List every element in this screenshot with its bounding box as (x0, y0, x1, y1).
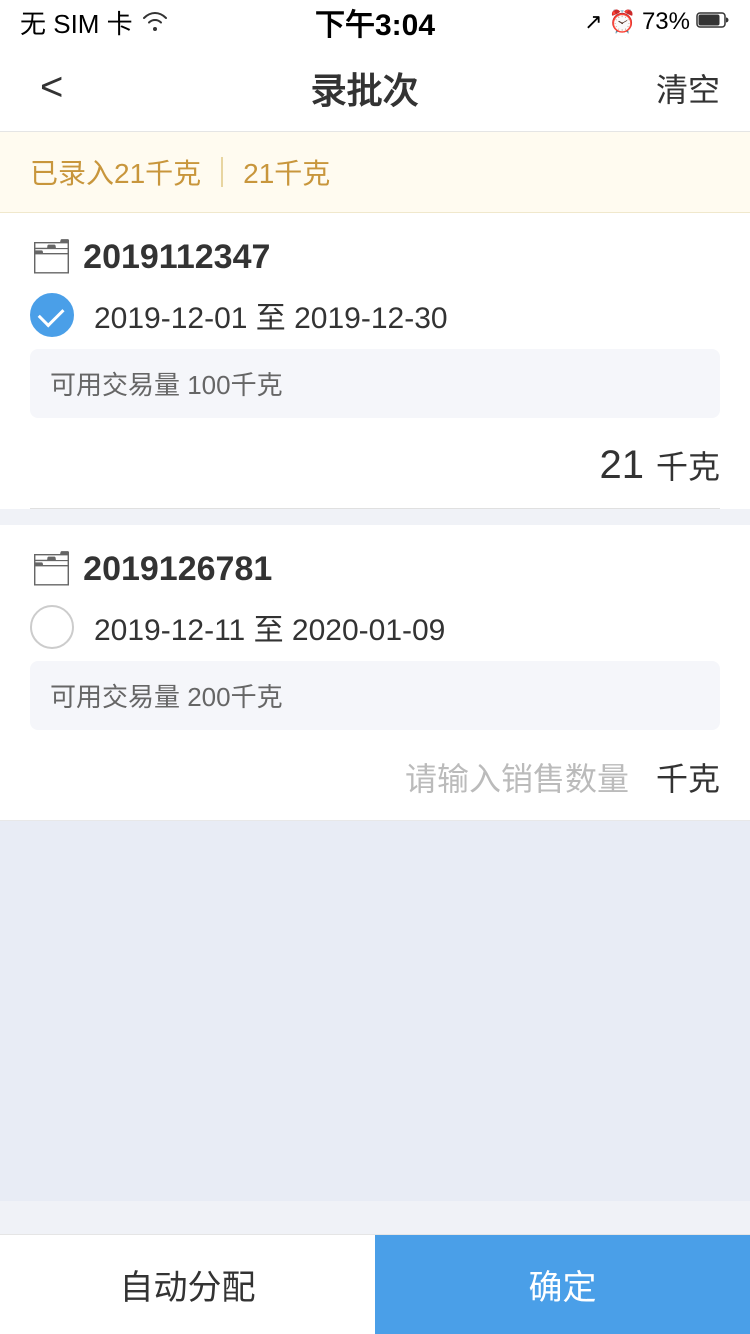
batch-item-1: 🗂 2019112347 2019-12-01 至 2019-12-30 可用交… (0, 213, 750, 509)
batch-item-2: 🗂 2019126781 2019-12-11 至 2020-01-09 可用交… (0, 525, 750, 821)
page-title: 录批次 (311, 62, 419, 114)
battery-text: 73% (642, 8, 690, 36)
batch-amount-value-1: 21 (599, 443, 644, 488)
alarm-icon: ⏰ (609, 9, 636, 35)
recorded-label: 已录入21千克 (30, 152, 201, 192)
batch-id-1: 2019112347 (83, 238, 270, 277)
batch-available-2: 可用交易量 200千克 (30, 661, 720, 730)
back-button[interactable]: < (30, 55, 73, 120)
wifi-icon (141, 7, 169, 38)
location-icon: ↗ (584, 9, 602, 35)
doc-icon-1: 🗂 (30, 237, 73, 277)
batch-id-2: 2019126781 (83, 550, 272, 589)
batch-available-1: 可用交易量 100千克 (30, 349, 720, 418)
batch-date-2: 2019-12-11 至 2020-01-09 (94, 605, 445, 649)
batch-amount-unit-1: 千克 (656, 442, 720, 488)
batch-date-row-2[interactable]: 2019-12-11 至 2020-01-09 (0, 601, 750, 661)
batch-input-row-2: 千克 (0, 746, 750, 821)
info-divider (221, 157, 223, 187)
batch-separator (0, 509, 750, 525)
batch-amount-row-1: 21 千克 (0, 434, 750, 508)
batch-date-row-1[interactable]: 2019-12-01 至 2019-12-30 (0, 289, 750, 349)
batch-radio-1[interactable] (30, 293, 74, 337)
recorded-amount: 21千克 (243, 152, 330, 192)
status-bar: 无 SIM 卡 下午3:04 ↗ ⏰ 73% (0, 0, 750, 44)
batch-date-1: 2019-12-01 至 2019-12-30 (94, 293, 448, 337)
auto-distribute-button[interactable]: 自动分配 (0, 1235, 375, 1334)
batch-radio-2[interactable] (30, 605, 74, 649)
nav-bar: < 录批次 清空 (0, 44, 750, 132)
status-left: 无 SIM 卡 (20, 4, 169, 41)
info-banner: 已录入21千克 21千克 (0, 132, 750, 213)
confirm-button[interactable]: 确定 (375, 1235, 750, 1334)
bottom-bar: 自动分配 确定 (0, 1234, 750, 1334)
batch-header-1: 🗂 2019112347 (0, 213, 750, 289)
status-right: ↗ ⏰ 73% (584, 8, 730, 36)
clear-button[interactable]: 清空 (656, 65, 720, 111)
battery-icon (696, 8, 730, 36)
status-time: 下午3:04 (315, 0, 435, 44)
carrier-text: 无 SIM 卡 (20, 4, 133, 41)
doc-icon-2: 🗂 (30, 549, 73, 589)
batch-input-unit-2: 千克 (656, 754, 720, 800)
batch-quantity-input-2[interactable] (344, 761, 644, 798)
batch-header-2: 🗂 2019126781 (0, 525, 750, 601)
bottom-filler (0, 821, 750, 1201)
